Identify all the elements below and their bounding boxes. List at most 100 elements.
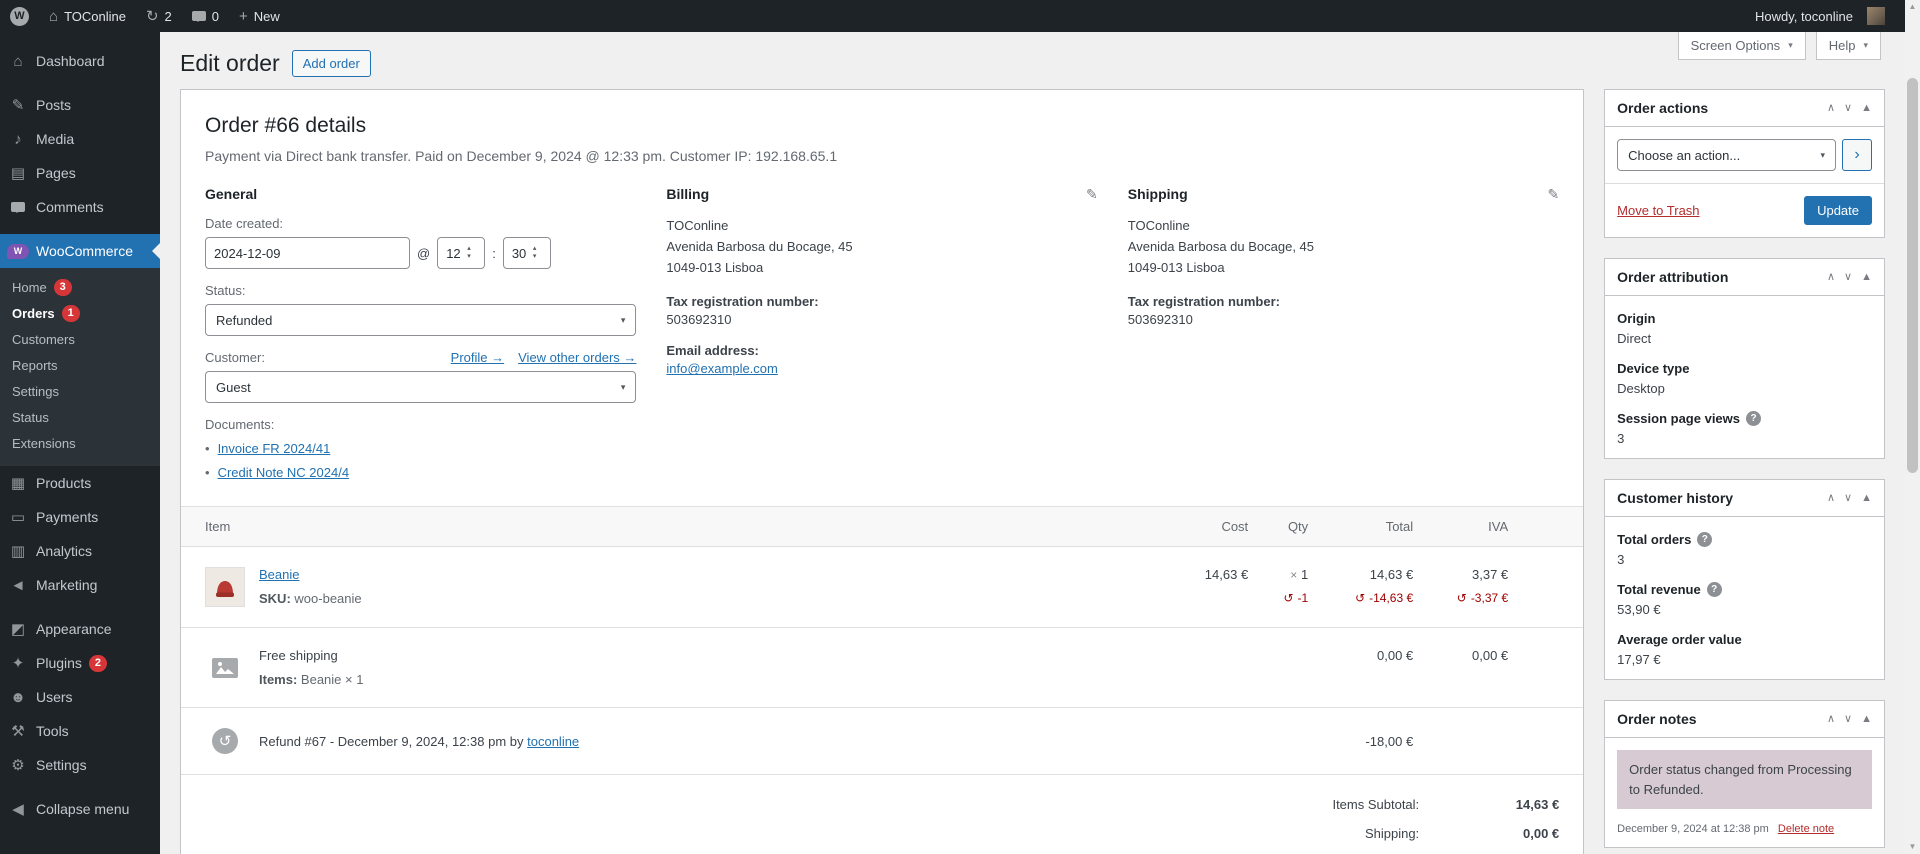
toggle-panel-icon[interactable]: ▲ [1861,102,1872,114]
site-name-menu[interactable]: ⌂ TOConline [39,0,136,32]
delete-note-link[interactable]: Delete note [1778,823,1834,835]
header-cost: Cost [1221,519,1249,534]
sidebar-item-marketing[interactable]: ◄ Marketing [0,568,160,602]
scrollbar-thumb[interactable] [1907,78,1918,473]
total-orders-value: 3 [1617,552,1625,567]
hour-stepper[interactable]: ▴▾ [437,237,486,269]
total-cell: 14,63 € ↺ -14,63 € [1308,567,1413,605]
item-cell: Beanie SKU: woo-beanie [205,567,1138,607]
edit-shipping-pencil-icon[interactable]: ✎ [1547,186,1559,203]
order-heading: Order #66 details [205,114,367,137]
move-down-icon[interactable]: ∨ [1844,713,1852,725]
sidebar-item-settings[interactable]: ⚙ Settings [0,748,160,782]
wc-submenu-status[interactable]: Status [0,404,160,430]
help-tip-icon[interactable]: ? [1706,582,1722,597]
help-tip-icon[interactable]: ? [1697,532,1713,547]
sidebar-item-media[interactable]: ♪ Media [0,122,160,156]
iva-cell: 0,00 € [1472,648,1509,663]
sidebar-item-users[interactable]: ☻ Users [0,680,160,714]
sidebar-item-plugins[interactable]: ✦ Plugins 2 [0,646,160,680]
sidebar-item-appearance[interactable]: ◩ Appearance [0,612,160,646]
wc-submenu-customers[interactable]: Customers [0,326,160,352]
order-action-select[interactable]: Choose an action... ▾ [1617,139,1836,171]
order-details-columns: General Date created: @ ▴▾ [205,186,1559,506]
toggle-panel-icon[interactable]: ▲ [1861,271,1872,283]
wc-submenu-reports[interactable]: Reports [0,352,160,378]
help-tip-icon[interactable]: ? [1746,411,1762,426]
vertical-scrollbar[interactable]: ▲ ▼ [1905,0,1920,854]
order-note: Order status changed from Processing to … [1617,750,1872,809]
comments-menu[interactable]: 0 [182,0,229,32]
product-thumbnail[interactable] [205,567,245,607]
panel-header: Order attribution ∧ ∨ ▲ [1605,259,1884,296]
update-button[interactable]: Update [1804,196,1872,225]
main-content: Screen Options ▾ Help ▾ Edit order Add o… [160,32,1905,854]
collapse-icon: ◀ [12,800,24,818]
sidebar-item-tools[interactable]: ⚒ Tools [0,714,160,748]
menu-separator [0,224,160,234]
wc-submenu-extensions[interactable]: Extensions [0,430,160,456]
refund-description: Refund #67 - December 9, 2024, 12:38 pm … [259,733,580,749]
sidebar-item-analytics[interactable]: ▥ Analytics [0,534,160,568]
note-text: Order status changed from Processing to … [1629,762,1852,797]
spinner-icon[interactable]: ▴ ▾ [530,245,540,262]
howdy-label: Howdy, toconline [1754,8,1853,24]
menu-separator [0,78,160,88]
move-down-icon[interactable]: ∨ [1844,102,1852,114]
move-up-icon[interactable]: ∧ [1827,713,1835,725]
help-button[interactable]: Help ▾ [1815,32,1881,60]
panel-handles: ∧ ∨ ▲ [1827,492,1872,504]
customer-select[interactable]: Guest ▾ [205,371,637,403]
move-up-icon[interactable]: ∧ [1827,492,1835,504]
page-title: Edit order [180,50,280,76]
billing-email-link[interactable]: info@example.com [666,361,777,376]
hour-input[interactable] [438,245,465,261]
toggle-panel-icon[interactable]: ▲ [1861,492,1872,504]
product-link[interactable]: Beanie [259,567,299,582]
collapse-menu-button[interactable]: ◀ Collapse menu [0,792,160,826]
wc-submenu-home[interactable]: Home 3 [0,274,160,300]
sidebar-item-products[interactable]: ▦ Products [0,466,160,500]
updates-menu[interactable]: ↻ 2 [136,0,182,32]
edit-billing-pencil-icon[interactable]: ✎ [1086,186,1098,203]
new-content-menu[interactable]: + New [229,0,290,32]
refund-author-link[interactable]: toconline [527,734,579,749]
users-icon: ☻ [10,688,26,706]
total-orders-label: Total orders ? [1617,532,1872,547]
scroll-up-icon[interactable]: ▲ [1905,0,1920,14]
wc-submenu-orders[interactable]: Orders 1 [0,300,160,326]
shipping-address-line1: Avenida Barbosa du Bocage, 45 [1127,238,1315,254]
credit-note-link[interactable]: Credit Note NC 2024/4 [218,465,350,480]
screen-options-button[interactable]: Screen Options ▾ [1677,32,1806,60]
date-created-input[interactable] [205,237,410,269]
invoice-link[interactable]: Invoice FR 2024/41 [218,441,331,456]
sidebar-item-dashboard[interactable]: ⌂ Dashboard [0,44,160,78]
sidebar-item-posts[interactable]: ✎ Posts [0,88,160,122]
move-up-icon[interactable]: ∧ [1827,102,1835,114]
move-down-icon[interactable]: ∨ [1844,492,1852,504]
wc-submenu-settings[interactable]: Settings [0,378,160,404]
status-select[interactable]: Refunded ▾ [205,304,637,336]
minute-stepper[interactable]: ▴▾ [502,237,551,269]
move-to-trash-link[interactable]: Move to Trash [1617,203,1699,218]
move-down-icon[interactable]: ∨ [1844,271,1852,283]
add-order-button[interactable]: Add order [291,50,371,77]
move-up-icon[interactable]: ∧ [1827,271,1835,283]
header-item: Item [205,519,231,534]
view-other-orders-link[interactable]: View other orders → [518,350,636,365]
sidebar-item-payments[interactable]: ▭ Payments [0,500,160,534]
wp-logo-menu[interactable]: W [0,0,39,32]
scroll-down-icon[interactable]: ▼ [1905,840,1920,854]
sidebar-item-woocommerce[interactable]: W WooCommerce [0,234,160,268]
apply-action-button[interactable]: › [1842,139,1872,171]
home-badge: 3 [53,278,72,296]
date-created-label: Date created: [205,216,284,231]
my-account-menu[interactable]: Howdy, toconline [1745,7,1895,25]
billing-address-line2: 1049-013 Lisboa [666,259,764,275]
minute-input[interactable] [503,245,530,261]
profile-link[interactable]: Profile → [451,350,504,365]
toggle-panel-icon[interactable]: ▲ [1861,713,1872,725]
spinner-icon[interactable]: ▴ ▾ [464,245,474,262]
sidebar-item-comments[interactable]: Comments [0,190,160,224]
sidebar-item-pages[interactable]: ▤ Pages [0,156,160,190]
